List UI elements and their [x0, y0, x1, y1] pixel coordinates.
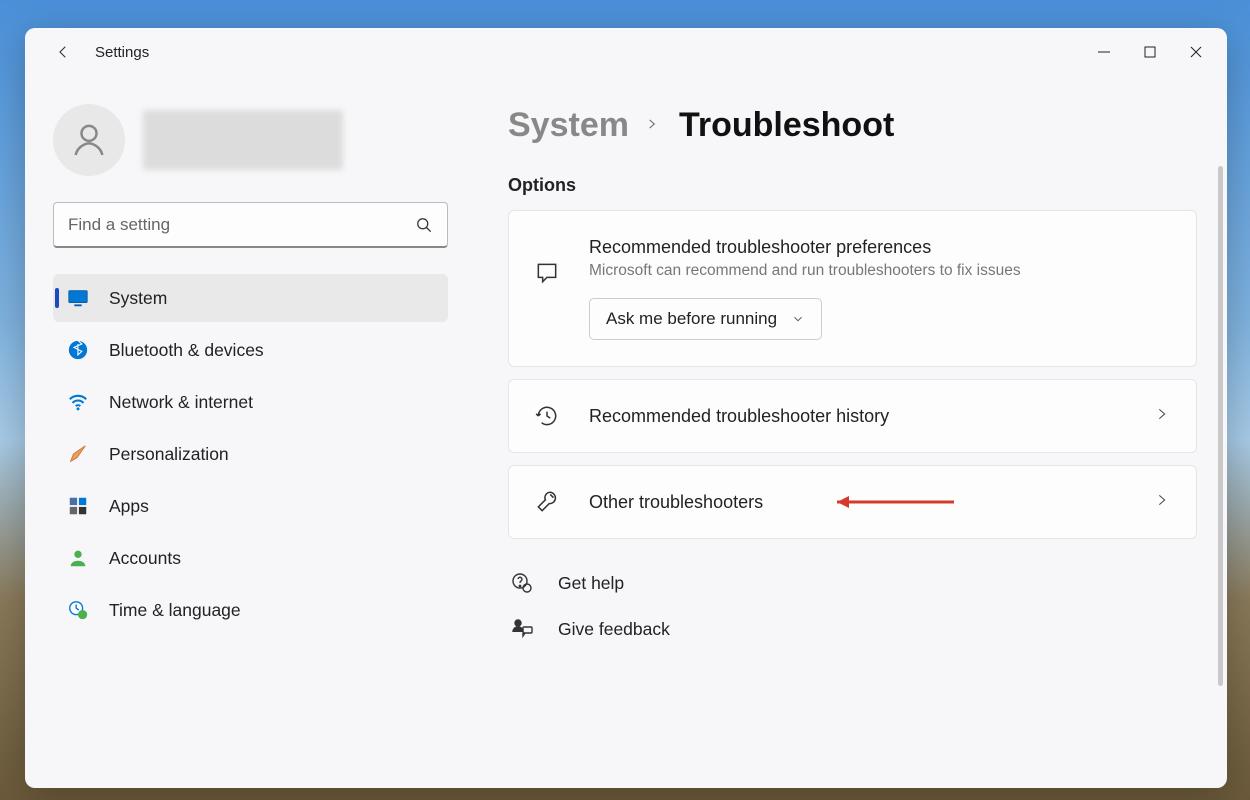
settings-window: Settings	[25, 28, 1227, 788]
card-title: Recommended troubleshooter history	[589, 406, 1126, 427]
maximize-button[interactable]	[1127, 32, 1173, 72]
close-button[interactable]	[1173, 32, 1219, 72]
sidebar-item-time-language[interactable]: Time & language	[53, 586, 448, 634]
sidebar-item-label: Personalization	[109, 444, 229, 465]
history-icon	[533, 402, 561, 430]
dropdown-value: Ask me before running	[606, 309, 777, 329]
app-title: Settings	[95, 44, 149, 61]
give-feedback-link[interactable]: Give feedback	[508, 613, 1197, 645]
card-title: Other troubleshooters	[589, 492, 1126, 513]
person-icon	[67, 547, 89, 569]
card-troubleshooter-history[interactable]: Recommended troubleshooter history	[508, 379, 1197, 453]
search-icon	[414, 215, 434, 235]
help-icon	[510, 571, 534, 595]
card-other-troubleshooters[interactable]: Other troubleshooters	[508, 465, 1197, 539]
sidebar: System Bluetooth & devices Network & int…	[25, 76, 470, 788]
main-content: System Troubleshoot Options Recommended …	[470, 76, 1227, 788]
search-wrap	[53, 202, 448, 248]
chat-bubble-icon	[533, 259, 561, 287]
sidebar-item-label: Bluetooth & devices	[109, 340, 264, 361]
avatar	[53, 104, 125, 176]
titlebar: Settings	[25, 28, 1227, 76]
help-links: Get help Give feedback	[508, 567, 1197, 645]
profile-block[interactable]	[53, 104, 448, 176]
link-label: Get help	[558, 573, 624, 594]
monitor-icon	[67, 287, 89, 309]
sidebar-item-apps[interactable]: Apps	[53, 482, 448, 530]
clock-globe-icon	[67, 599, 89, 621]
sidebar-item-label: System	[109, 288, 167, 309]
scrollbar-thumb[interactable]	[1218, 166, 1223, 686]
sidebar-item-system[interactable]: System	[53, 274, 448, 322]
bluetooth-icon	[67, 339, 89, 361]
link-label: Give feedback	[558, 619, 670, 640]
window-controls	[1081, 32, 1219, 72]
chevron-right-icon	[1154, 406, 1174, 426]
sidebar-item-label: Network & internet	[109, 392, 253, 413]
sidebar-item-label: Time & language	[109, 600, 241, 621]
breadcrumb: System Troubleshoot	[508, 106, 1197, 145]
nav: System Bluetooth & devices Network & int…	[53, 274, 448, 634]
wrench-icon	[533, 488, 561, 516]
sidebar-item-network[interactable]: Network & internet	[53, 378, 448, 426]
card-recommended-preferences: Recommended troubleshooter preferences M…	[508, 210, 1197, 367]
sidebar-item-label: Accounts	[109, 548, 181, 569]
page-title: Troubleshoot	[679, 106, 894, 145]
apps-icon	[67, 495, 89, 517]
sidebar-item-bluetooth[interactable]: Bluetooth & devices	[53, 326, 448, 374]
sidebar-item-accounts[interactable]: Accounts	[53, 534, 448, 582]
sidebar-item-label: Apps	[109, 496, 149, 517]
scrollbar[interactable]	[1218, 166, 1223, 768]
wifi-icon	[67, 391, 89, 413]
card-title: Recommended troubleshooter preferences	[589, 237, 1174, 258]
profile-name-redacted	[143, 110, 343, 170]
chevron-right-icon	[645, 117, 663, 135]
search-input[interactable]	[53, 202, 448, 248]
sidebar-item-personalization[interactable]: Personalization	[53, 430, 448, 478]
back-button[interactable]	[45, 34, 81, 70]
breadcrumb-parent[interactable]: System	[508, 106, 629, 145]
preferences-dropdown[interactable]: Ask me before running	[589, 298, 822, 340]
paintbrush-icon	[67, 443, 89, 465]
chevron-right-icon	[1154, 492, 1174, 512]
feedback-icon	[510, 617, 534, 641]
minimize-button[interactable]	[1081, 32, 1127, 72]
card-subtitle: Microsoft can recommend and run troubles…	[589, 262, 1174, 280]
section-title: Options	[508, 175, 1197, 196]
get-help-link[interactable]: Get help	[508, 567, 1197, 599]
chevron-down-icon	[791, 312, 805, 326]
